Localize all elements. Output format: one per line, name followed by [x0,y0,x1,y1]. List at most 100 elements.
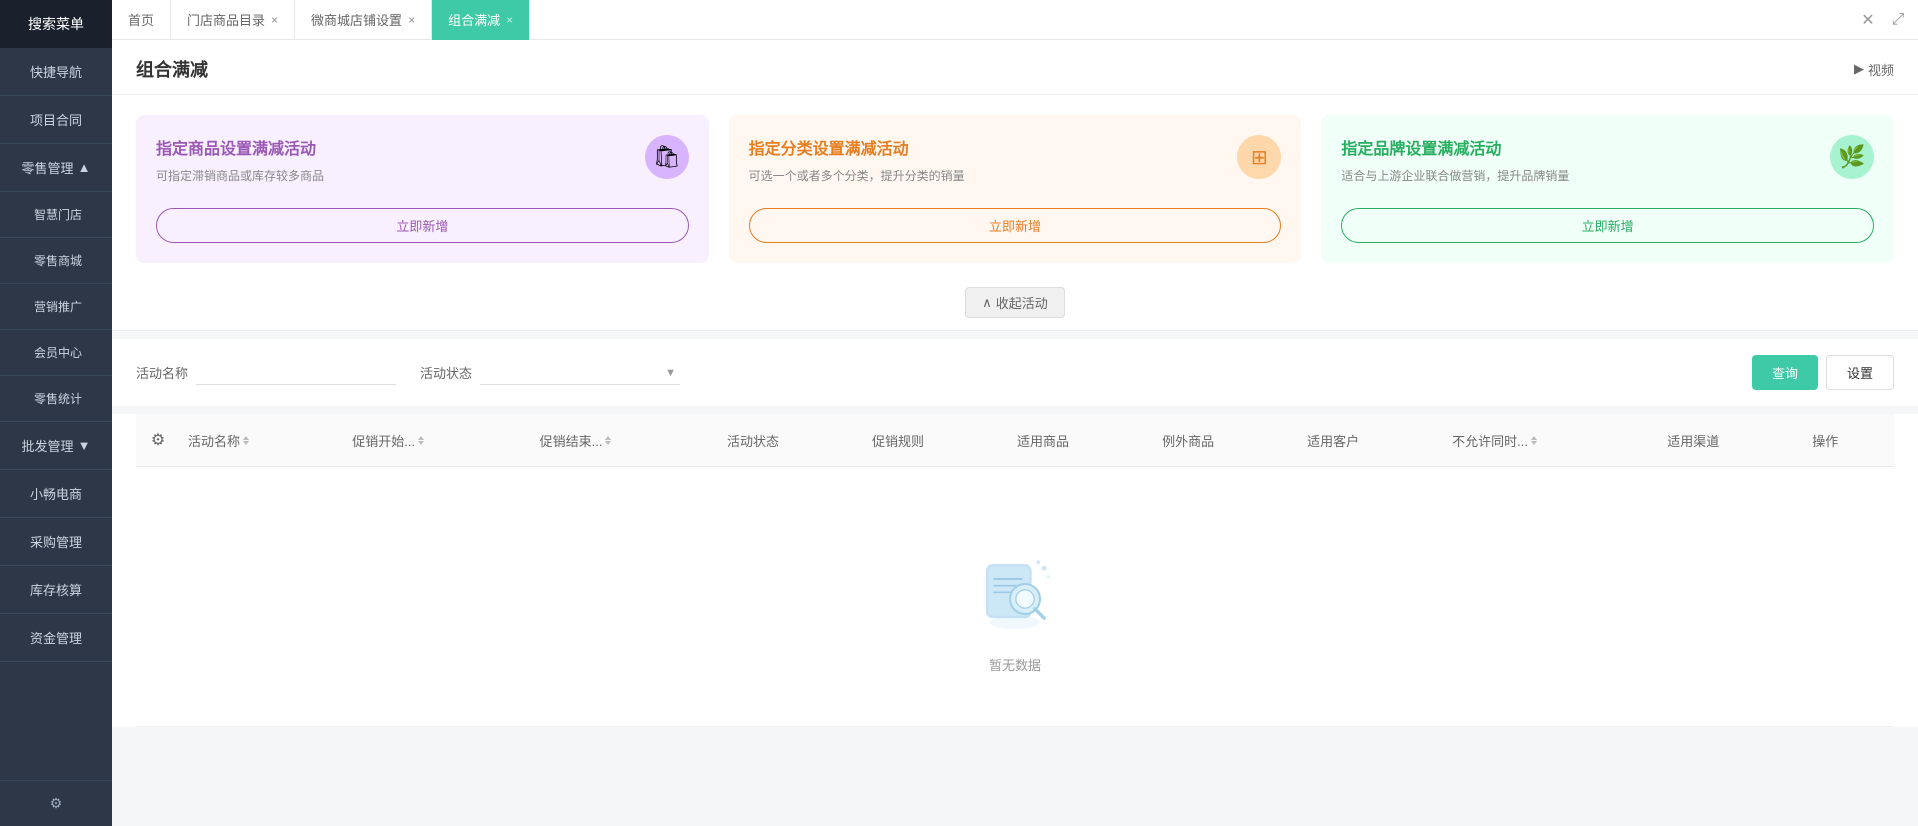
sidebar: 搜索菜单 快捷导航 项目合同 零售管理 ▲ 智慧门店 零售商城 营销推广 会员中… [0,0,112,826]
sidebar-item-retail-management-label: 零售管理 [22,158,74,177]
th-promo-end-label: 促销结束... [540,431,603,450]
th-promo-rules: 促销规则 [864,414,1009,467]
sidebar-item-wholesale-management[interactable]: 批发管理 ▼ [0,422,112,470]
tab-store-catalog[interactable]: 门店商品目录 × [171,0,295,40]
window-maximize-btn[interactable]: ⤢ [1886,8,1910,32]
video-label: 视频 [1868,60,1894,79]
card-brand-icon: 🌿 [1830,135,1874,179]
sort-icon-promo-start[interactable] [418,436,424,445]
th-activity-status-label: 活动状态 [727,434,779,449]
th-applicable-channel: 适用渠道 [1659,414,1804,467]
collapse-activity-btn[interactable]: ∧ 收起活动 [965,287,1065,318]
sidebar-item-smart-store[interactable]: 智慧门店 [0,192,112,238]
collapse-bar: ∧ 收起活动 [112,279,1918,331]
card-brand-desc: 适合与上游企业联合做营销，提升品牌销量 [1341,167,1874,184]
filter-activity-status-wrapper: ▼ [480,361,680,385]
th-promo-rules-label: 促销规则 [872,434,924,449]
empty-cell: 暂无数据 [136,467,1894,727]
filter-activity-status-label: 活动状态 [420,363,472,382]
card-product-title: 指定商品设置满减活动 [156,135,689,159]
tab-home[interactable]: 首页 [112,0,171,40]
th-settings: ⚙ [136,414,180,467]
sort-icon-promo-end[interactable] [605,436,611,445]
card-category-add-btn[interactable]: 立即新增 [749,208,1282,243]
activity-card-product: 🛍 指定商品设置满减活动 可指定滞销商品或库存较多商品 立即新增 [136,115,709,263]
sidebar-item-capital-management[interactable]: 资金管理 [0,614,112,662]
page-content: 组合满减 ▶ 视频 🛍 指定商品设置满减活动 可指定滞销商品或库存较多商品 立即… [112,40,1918,826]
th-applicable-goods-label: 适用商品 [1017,434,1069,449]
table-body: 暂无数据 [136,467,1894,727]
sidebar-item-marketing[interactable]: 营销推广 [0,284,112,330]
sidebar-item-purchase-management[interactable]: 采购管理 [0,518,112,566]
filter-actions: 查询 设置 [1752,355,1894,390]
th-applicable-channel-label: 适用渠道 [1667,434,1719,449]
sidebar-item-retail-management[interactable]: 零售管理 ▲ [0,144,112,192]
tab-wechat-settings[interactable]: 微商城店铺设置 × [295,0,432,40]
filter-section: 活动名称 活动状态 ▼ 查询 设置 [112,339,1918,406]
th-activity-status: 活动状态 [719,414,864,467]
empty-illustration [965,539,1065,639]
data-table: ⚙ 活动名称 [136,414,1894,727]
th-not-allow-concurrent: 不允许同时... [1444,414,1659,467]
sidebar-item-project-contract[interactable]: 项目合同 [0,96,112,144]
table-gear-icon[interactable]: ⚙ [144,426,172,454]
th-applicable-goods: 适用商品 [1009,414,1154,467]
page-title: 组合满减 [136,56,208,82]
sidebar-item-wholesale-label: 批发管理 [22,436,74,455]
collapse-label: 收起活动 [996,293,1048,312]
card-product-desc: 可指定滞销商品或库存较多商品 [156,167,689,184]
page-header: 组合满减 ▶ 视频 [112,40,1918,95]
th-exception-goods: 例外商品 [1154,414,1299,467]
card-brand-title: 指定品牌设置满减活动 [1341,135,1874,159]
sidebar-item-retail-mall[interactable]: 零售商城 [0,238,112,284]
filter-activity-status-select[interactable] [480,361,680,385]
filter-activity-status-group: 活动状态 ▼ [420,361,680,385]
tab-wechat-settings-close[interactable]: × [408,13,415,27]
filter-activity-name-group: 活动名称 [136,361,396,385]
query-btn[interactable]: 查询 [1752,355,1818,390]
empty-state: 暂无数据 [144,479,1886,714]
sidebar-search[interactable]: 搜索菜单 [0,0,112,48]
tab-bar: 首页 门店商品目录 × 微商城店铺设置 × 组合满减 × ✕ ⤢ [112,0,1918,40]
th-operations: 操作 [1804,414,1894,467]
sort-icon-not-allow-concurrent[interactable] [1531,436,1537,445]
th-exception-goods-label: 例外商品 [1162,434,1214,449]
th-applicable-customers-label: 适用客户 [1307,434,1359,449]
th-activity-name-label: 活动名称 [188,431,240,450]
card-brand-add-btn[interactable]: 立即新增 [1341,208,1874,243]
sidebar-settings-btn[interactable]: ⚙ [0,780,112,826]
sort-icon-activity-name[interactable] [243,436,249,445]
video-btn[interactable]: ▶ 视频 [1854,60,1894,79]
settings-btn[interactable]: 设置 [1826,355,1894,390]
th-operations-label: 操作 [1812,434,1838,449]
tab-bar-actions: ✕ ⤢ [1856,8,1918,32]
activity-card-category: ⊞ 指定分类设置满减活动 可选一个或者多个分类，提升分类的销量 立即新增 [729,115,1302,263]
sidebar-item-quick-nav[interactable]: 快捷导航 [0,48,112,96]
tab-store-catalog-label: 门店商品目录 [187,10,265,29]
sidebar-item-inventory-check[interactable]: 库存核算 [0,566,112,614]
th-promo-end: 促销结束... [532,414,719,467]
th-promo-start-label: 促销开始... [352,431,415,450]
tab-combo-discount[interactable]: 组合满减 × [432,0,530,40]
tab-combo-discount-close[interactable]: × [506,13,513,27]
chevron-down-icon: ▼ [78,438,91,453]
th-not-allow-concurrent-label: 不允许同时... [1452,431,1528,450]
activity-cards: 🛍 指定商品设置满减活动 可指定滞销商品或库存较多商品 立即新增 ⊞ 指定分类设… [112,95,1918,279]
card-category-title: 指定分类设置满减活动 [749,135,1282,159]
card-category-desc: 可选一个或者多个分类，提升分类的销量 [749,167,1282,184]
sidebar-item-retail-stats[interactable]: 零售统计 [0,376,112,422]
sidebar-item-xiaochu-ecommerce[interactable]: 小畅电商 [0,470,112,518]
chevron-up-icon: ▲ [78,160,91,175]
tab-wechat-settings-label: 微商城店铺设置 [311,10,402,29]
sidebar-item-member-center[interactable]: 会员中心 [0,330,112,376]
filter-activity-name-label: 活动名称 [136,363,188,382]
window-close-btn[interactable]: ✕ [1856,8,1880,32]
collapse-up-icon: ∧ [982,295,992,311]
tab-store-catalog-close[interactable]: × [271,13,278,27]
card-product-add-btn[interactable]: 立即新增 [156,208,689,243]
table-head: ⚙ 活动名称 [136,414,1894,467]
th-activity-name: 活动名称 [180,414,344,467]
filter-activity-name-input[interactable] [196,361,396,385]
play-circle-icon: ▶ [1854,61,1864,77]
empty-row: 暂无数据 [136,467,1894,727]
